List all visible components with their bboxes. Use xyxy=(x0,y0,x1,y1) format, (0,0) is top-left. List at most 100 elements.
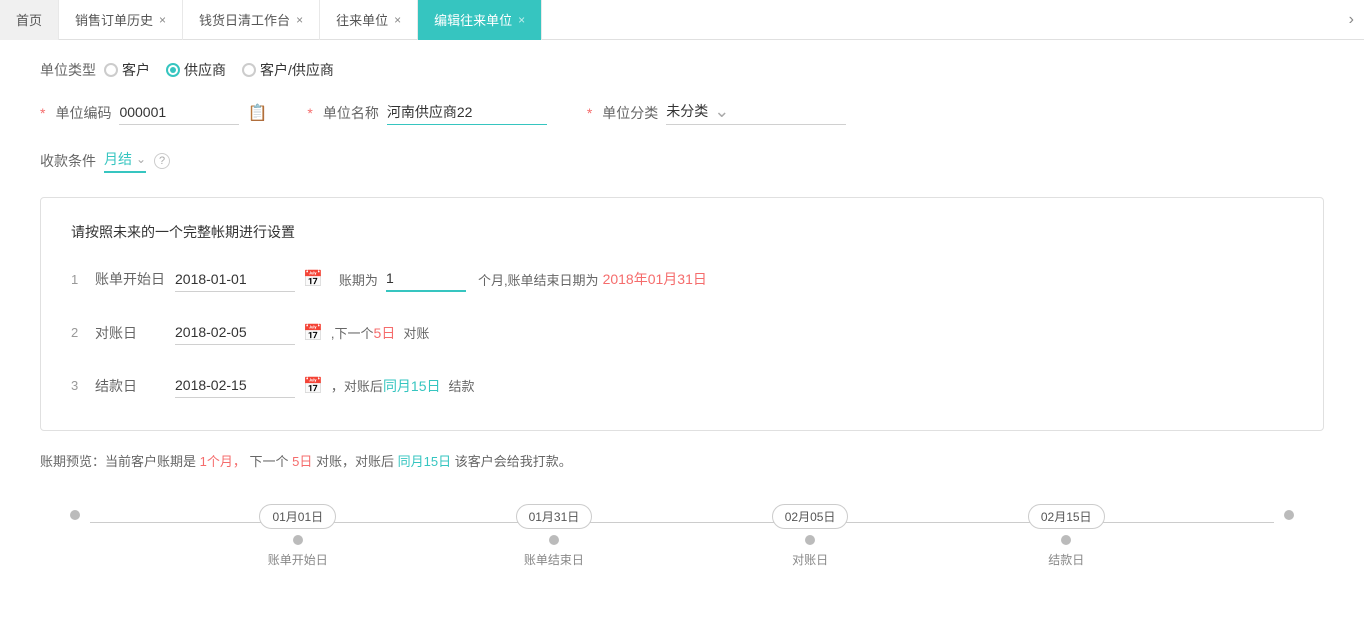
tab-home[interactable]: 首页 xyxy=(0,0,59,40)
row-label-3: 结款日 xyxy=(95,376,175,396)
timeline-end xyxy=(1284,504,1294,520)
start-date-cal-icon[interactable]: 📅 xyxy=(303,269,323,289)
unit-category-value: 未分类 xyxy=(666,101,708,121)
timeline-node-4: 02月15日 结款日 xyxy=(1028,504,1105,568)
unit-category-select[interactable]: 未分类 ⌄ xyxy=(666,101,846,125)
unit-code-required: * xyxy=(40,105,45,121)
unit-category-group: * 单位分类 未分类 ⌄ xyxy=(587,101,846,125)
tab-cash-clearing-close[interactable]: × xyxy=(296,13,303,27)
radio-both-label: 客户/供应商 xyxy=(260,60,334,80)
period-label: 账期为 xyxy=(339,270,378,289)
radio-both[interactable]: 客户/供应商 xyxy=(242,60,334,80)
period-section: 请按照未来的一个完整帐期进行设置 1 账单开始日 📅 账期为 个月,账单结束日期… xyxy=(40,197,1324,431)
reconcile-highlight: 5日 xyxy=(374,323,396,343)
tab-sales-history-label: 销售订单历史 xyxy=(75,10,153,29)
payment-terms-select[interactable]: 月结 ⌄ xyxy=(104,149,146,173)
unit-type-radio-group: 客户 供应商 客户/供应商 xyxy=(104,60,334,80)
preview-part1: 1个月， xyxy=(200,454,246,469)
timeline-start-dot xyxy=(70,510,80,520)
timeline-dot-3 xyxy=(805,535,815,545)
main-content: 单位类型 客户 供应商 客户/供应商 * 单位编码 xyxy=(0,40,1364,618)
radio-supplier[interactable]: 供应商 xyxy=(166,60,226,80)
preview-row: 账期预览：当前客户账期是 1个月， 下一个 5日 对账，对账后 同月15日 该客… xyxy=(40,451,1324,470)
timeline-label-2: 01月31日 xyxy=(516,504,593,529)
preview-part2-pre: 下一个 xyxy=(250,454,289,469)
tab-home-label: 首页 xyxy=(16,10,42,29)
tab-partner[interactable]: 往来单位 × xyxy=(320,0,418,40)
timeline-sub-1: 账单开始日 xyxy=(268,551,328,568)
timeline-sub-4: 结款日 xyxy=(1048,551,1084,568)
radio-both-circle xyxy=(242,63,256,77)
radio-supplier-circle xyxy=(166,63,180,77)
tab-cash-clearing-label: 钱货日清工作台 xyxy=(199,10,290,29)
row-label-2: 对账日 xyxy=(95,323,175,343)
unit-name-label: 单位名称 xyxy=(323,103,379,123)
timeline-label-3: 02月05日 xyxy=(772,504,849,529)
reconcile-desc-prefix: ,下一个 xyxy=(331,323,374,342)
tab-partner-close[interactable]: × xyxy=(394,13,401,27)
tab-bar: 首页 销售订单历史 × 钱货日清工作台 × 往来单位 × 编辑往来单位 × › xyxy=(0,0,1364,40)
unit-code-group: * 单位编码 📋 xyxy=(40,100,267,125)
radio-customer-label: 客户 xyxy=(122,60,150,80)
row-label-1: 账单开始日 xyxy=(95,269,175,289)
payment-date-input[interactable] xyxy=(175,373,295,398)
tab-edit-partner[interactable]: 编辑往来单位 × xyxy=(418,0,542,40)
period-unit-label: 个月,账单结束日期为 xyxy=(478,270,599,289)
unit-code-input[interactable] xyxy=(119,100,239,125)
unit-category-arrow: ⌄ xyxy=(714,101,729,122)
timeline-node-3: 02月05日 对账日 xyxy=(772,504,849,568)
payment-terms-group: 收款条件 月结 ⌄ ? xyxy=(40,149,170,173)
tab-cash-clearing[interactable]: 钱货日清工作台 × xyxy=(183,0,320,40)
radio-customer-circle xyxy=(104,63,118,77)
payment-desc-suffix: 结款 xyxy=(449,376,475,395)
timeline-section: 01月01日 账单开始日 01月31日 账单结束日 02月05日 对账日 02月… xyxy=(40,494,1324,598)
reconcile-date-input[interactable] xyxy=(175,320,295,345)
copy-icon[interactable]: 📋 xyxy=(247,103,267,123)
tab-partner-label: 往来单位 xyxy=(336,10,388,29)
unit-info-row: * 单位编码 📋 * 单位名称 * 单位分类 未分类 ⌄ xyxy=(40,100,1324,125)
reconcile-date-cal-icon[interactable]: 📅 xyxy=(303,323,323,343)
unit-type-label: 单位类型 xyxy=(40,60,96,80)
unit-name-input[interactable] xyxy=(387,100,547,125)
payment-highlight: 同月15日 xyxy=(383,376,441,396)
payment-terms-value: 月结 xyxy=(104,149,132,169)
preview-part2: 5日 xyxy=(292,454,312,469)
timeline-dot-4 xyxy=(1061,535,1071,545)
tab-sales-history-close[interactable]: × xyxy=(159,13,166,27)
tab-edit-partner-label: 编辑往来单位 xyxy=(434,10,512,29)
unit-type-row: 单位类型 客户 供应商 客户/供应商 xyxy=(40,60,1324,80)
unit-type-group: 单位类型 客户 供应商 客户/供应商 xyxy=(40,60,334,80)
tab-edit-partner-close[interactable]: × xyxy=(518,13,525,27)
preview-part3: 同月15日 xyxy=(398,454,451,469)
row-number-1: 1 xyxy=(71,272,95,287)
row-number-2: 2 xyxy=(71,325,95,340)
unit-name-group: * 单位名称 xyxy=(307,100,546,125)
payment-terms-arrow: ⌄ xyxy=(136,152,146,166)
timeline-dot-2 xyxy=(549,535,559,545)
preview-prefix: 账期预览：当前客户账期是 xyxy=(40,454,196,469)
unit-code-label: 单位编码 xyxy=(55,103,111,123)
tab-sales-history[interactable]: 销售订单历史 × xyxy=(59,0,183,40)
radio-customer[interactable]: 客户 xyxy=(104,60,150,80)
timeline-dot-1 xyxy=(293,535,303,545)
section-title: 请按照未来的一个完整帐期进行设置 xyxy=(71,222,1293,242)
timeline-end-dot xyxy=(1284,510,1294,520)
tab-more-arrow[interactable]: › xyxy=(1339,11,1364,29)
timeline-sub-2: 账单结束日 xyxy=(524,551,584,568)
unit-category-label: 单位分类 xyxy=(602,103,658,123)
payment-terms-label: 收款条件 xyxy=(40,151,96,171)
period-number-input[interactable] xyxy=(386,266,466,292)
timeline-node-2: 01月31日 账单结束日 xyxy=(516,504,593,568)
help-icon[interactable]: ? xyxy=(154,153,170,169)
row-number-3: 3 xyxy=(71,378,95,393)
timeline-nodes: 01月01日 账单开始日 01月31日 账单结束日 02月05日 对账日 02月… xyxy=(70,504,1294,568)
payment-terms-row: 收款条件 月结 ⌄ ? xyxy=(40,149,1324,173)
timeline-label-1: 01月01日 xyxy=(259,504,336,529)
period-row-2: 2 对账日 📅 ,下一个 5日 对账 xyxy=(71,320,1293,345)
period-end-date: 2018年01月31日 xyxy=(603,269,707,289)
timeline-label-4: 02月15日 xyxy=(1028,504,1105,529)
period-row-3: 3 结款日 📅 ，对账后 同月15日 结款 xyxy=(71,373,1293,398)
unit-name-required: * xyxy=(307,105,312,121)
payment-date-cal-icon[interactable]: 📅 xyxy=(303,376,323,396)
start-date-input[interactable] xyxy=(175,267,295,292)
